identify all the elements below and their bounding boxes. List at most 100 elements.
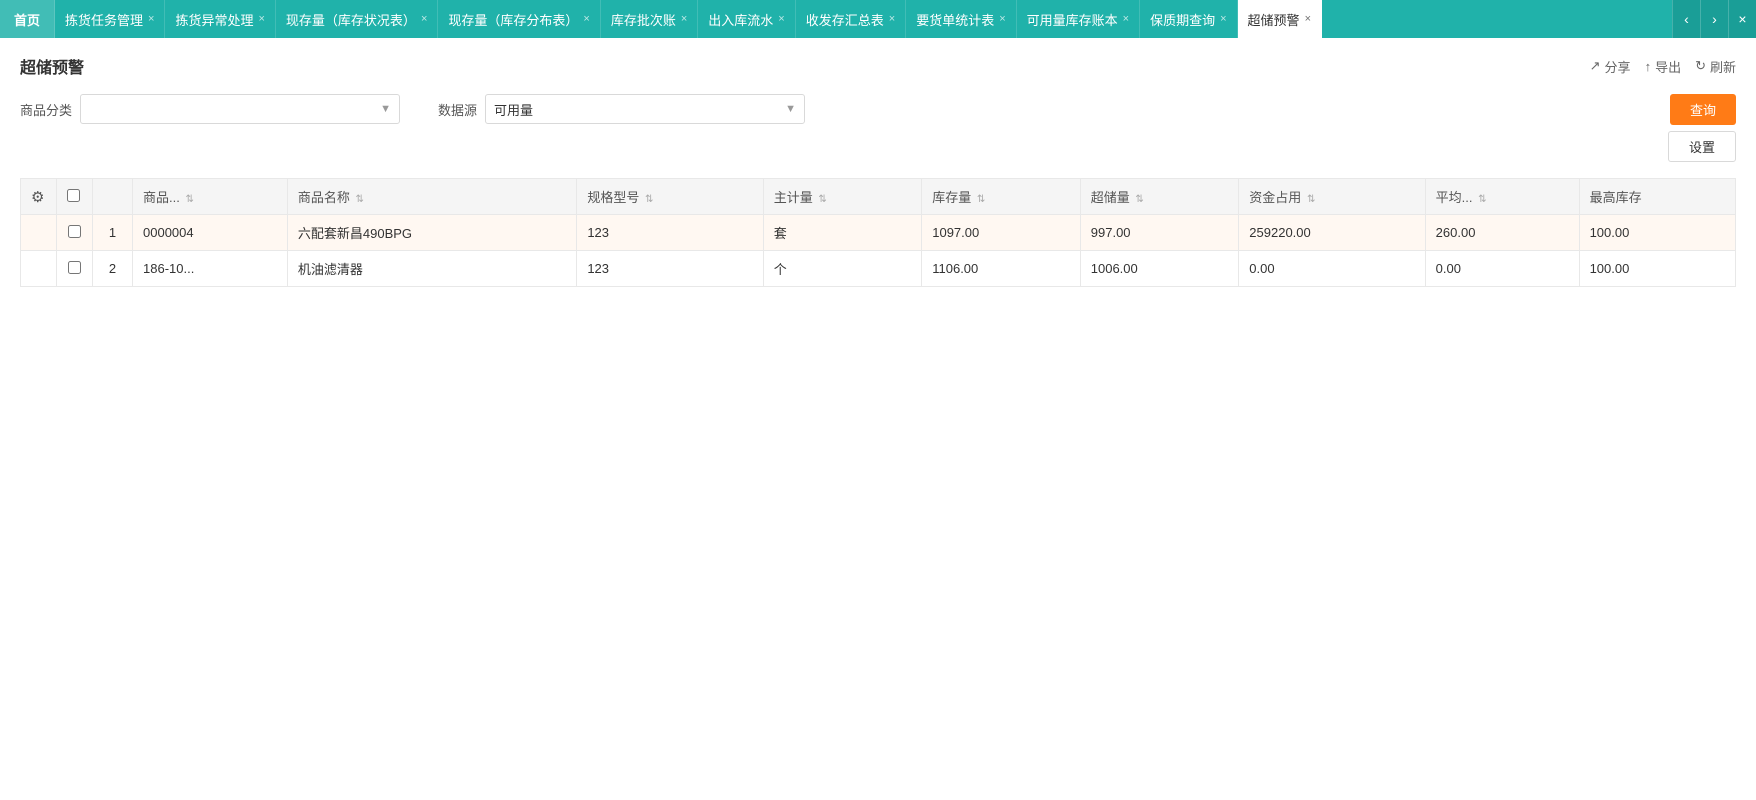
td-avg: 0.00	[1425, 251, 1579, 287]
refresh-icon: ↻	[1695, 58, 1706, 74]
tab-close-icon[interactable]: ×	[148, 13, 154, 25]
td-index: 2	[93, 251, 133, 287]
sort-icon: ⇅	[1307, 194, 1315, 205]
td-capital: 0.00	[1239, 251, 1425, 287]
th-unit[interactable]: 主计量 ⇅	[763, 179, 922, 215]
th-capital-label: 资金占用	[1249, 190, 1301, 205]
th-max-stock: 最高库存	[1579, 179, 1735, 215]
td-product-code: 0000004	[133, 215, 288, 251]
tab-jianghuo-yichang[interactable]: 拣货异常处理 ×	[165, 0, 275, 38]
tab-xiancunliang-zhuangkuang[interactable]: 现存量（库存状况表） ×	[276, 0, 438, 38]
nav-close-all-button[interactable]: ×	[1728, 0, 1756, 38]
tab-chaochuyujing[interactable]: 超储预警 ×	[1238, 0, 1322, 38]
top-navigation: 首页 拣货任务管理 × 拣货异常处理 × 现存量（库存状况表） × 现存量（库存…	[0, 0, 1756, 38]
tab-shoufacun-huizong[interactable]: 收发存汇总表 ×	[796, 0, 906, 38]
td-settings	[21, 251, 57, 287]
nav-next-button[interactable]: ›	[1700, 0, 1728, 38]
th-index	[93, 179, 133, 215]
tab-close-icon[interactable]: ×	[1220, 13, 1226, 25]
tab-kucun-pizhang[interactable]: 库存批次账 ×	[601, 0, 698, 38]
export-button[interactable]: ↑ 导出	[1645, 57, 1682, 76]
th-spec[interactable]: 规格型号 ⇅	[577, 179, 763, 215]
td-checkbox[interactable]	[57, 215, 93, 251]
gear-icon[interactable]: ⚙	[31, 189, 44, 206]
th-avg[interactable]: 平均... ⇅	[1425, 179, 1579, 215]
sort-icon: ⇅	[1478, 194, 1486, 205]
th-overstock-label: 超储量	[1091, 190, 1130, 205]
td-max-stock: 100.00	[1579, 251, 1735, 287]
th-product-code[interactable]: 商品... ⇅	[133, 179, 288, 215]
table-header-row: ⚙ 商品... ⇅ 商品名称 ⇅ 规格型号 ⇅	[21, 179, 1736, 215]
th-product-name-label: 商品名称	[298, 190, 350, 205]
refresh-button[interactable]: ↻ 刷新	[1695, 57, 1736, 76]
td-product-name: 六配套新昌490BPG	[287, 215, 576, 251]
tab-close-icon[interactable]: ×	[421, 13, 427, 25]
sort-icon: ⇅	[356, 194, 364, 205]
th-checkbox	[57, 179, 93, 215]
datasource-select[interactable]: 可用量 ▼	[485, 94, 805, 124]
sort-icon: ⇅	[1135, 194, 1143, 205]
th-spec-label: 规格型号	[587, 190, 639, 205]
th-overstock[interactable]: 超储量 ⇅	[1080, 179, 1239, 215]
th-unit-label: 主计量	[774, 190, 813, 205]
td-stock: 1097.00	[922, 215, 1081, 251]
th-stock[interactable]: 库存量 ⇅	[922, 179, 1081, 215]
page-title: 超储预警	[20, 54, 84, 78]
select-all-checkbox[interactable]	[67, 189, 80, 202]
query-button[interactable]: 查询	[1670, 94, 1736, 125]
th-product-code-label: 商品...	[143, 190, 180, 205]
sort-icon: ⇅	[645, 194, 653, 205]
tab-close-icon[interactable]: ×	[583, 13, 589, 25]
table-row: 2 186-10... 机油滤清器 123 个 1106.00 1006.00 …	[21, 251, 1736, 287]
th-stock-label: 库存量	[932, 190, 971, 205]
td-unit: 个	[763, 251, 922, 287]
tab-keyongliang-zhangben[interactable]: 可用量库存账本 ×	[1017, 0, 1140, 38]
tab-close-icon[interactable]: ×	[778, 13, 784, 25]
refresh-label: 刷新	[1710, 57, 1736, 76]
td-settings	[21, 215, 57, 251]
chevron-down-icon: ▼	[785, 103, 796, 115]
td-index: 1	[93, 215, 133, 251]
tab-xiancunliang-fenbiao[interactable]: 现存量（库存分布表） ×	[438, 0, 600, 38]
nav-home[interactable]: 首页	[0, 0, 55, 38]
row-checkbox[interactable]	[68, 261, 81, 274]
th-capital[interactable]: 资金占用 ⇅	[1239, 179, 1425, 215]
category-label: 商品分类	[20, 100, 72, 119]
tab-churuku-liushui[interactable]: 出入库流水 ×	[698, 0, 795, 38]
tab-yaohuo-tongji[interactable]: 要货单统计表 ×	[906, 0, 1016, 38]
nav-arrows: ‹ › ×	[1672, 0, 1756, 38]
category-filter-group: 商品分类 ▼	[20, 94, 400, 124]
tab-close-icon[interactable]: ×	[999, 13, 1005, 25]
th-settings[interactable]: ⚙	[21, 179, 57, 215]
settings-button[interactable]: 设置	[1668, 131, 1736, 162]
td-overstock: 997.00	[1080, 215, 1239, 251]
th-avg-label: 平均...	[1436, 190, 1473, 205]
sort-icon: ⇅	[185, 194, 193, 205]
tab-jianghuo-renwu[interactable]: 拣货任务管理 ×	[55, 0, 165, 38]
share-label: 分享	[1605, 57, 1631, 76]
datasource-filter-group: 数据源 可用量 ▼	[438, 94, 805, 124]
share-button[interactable]: ↗ 分享	[1590, 57, 1631, 76]
sort-icon: ⇅	[977, 194, 985, 205]
tab-baozhi-chaxun[interactable]: 保质期查询 ×	[1140, 0, 1237, 38]
th-max-stock-label: 最高库存	[1590, 190, 1642, 205]
filter-actions: 查询 设置	[1668, 94, 1736, 162]
td-checkbox[interactable]	[57, 251, 93, 287]
datasource-label: 数据源	[438, 100, 477, 119]
sort-icon: ⇅	[818, 194, 826, 205]
nav-prev-button[interactable]: ‹	[1672, 0, 1700, 38]
tab-close-icon[interactable]: ×	[889, 13, 895, 25]
th-product-name[interactable]: 商品名称 ⇅	[287, 179, 576, 215]
td-avg: 260.00	[1425, 215, 1579, 251]
row-checkbox[interactable]	[68, 225, 81, 238]
category-select[interactable]: ▼	[80, 94, 400, 124]
td-unit: 套	[763, 215, 922, 251]
tab-close-icon[interactable]: ×	[258, 13, 264, 25]
export-label: 导出	[1655, 57, 1681, 76]
tab-close-icon[interactable]: ×	[1305, 13, 1311, 25]
td-max-stock: 100.00	[1579, 215, 1735, 251]
tab-close-icon[interactable]: ×	[1123, 13, 1129, 25]
td-spec: 123	[577, 251, 763, 287]
datasource-select-value: 可用量	[494, 100, 533, 119]
tab-close-icon[interactable]: ×	[681, 13, 687, 25]
